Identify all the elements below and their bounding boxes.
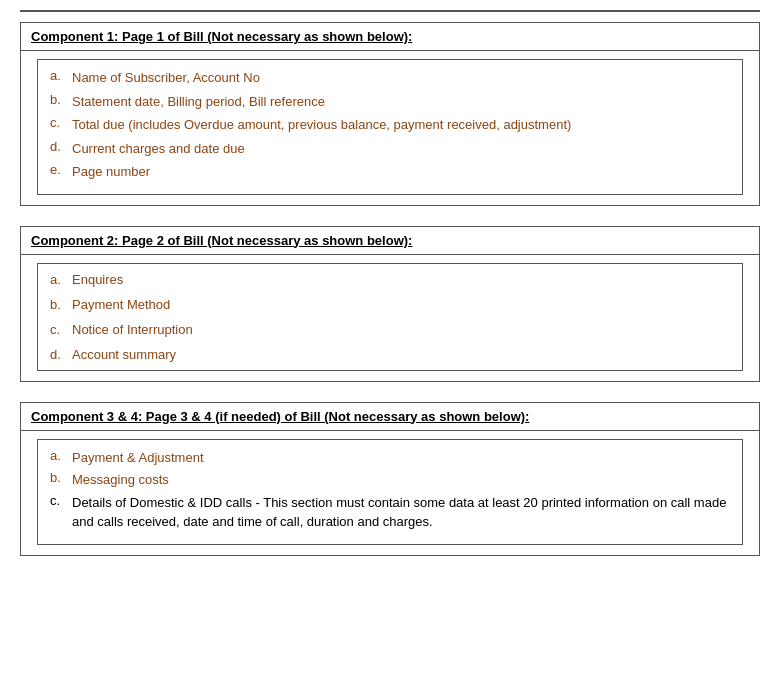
list-text-c: Details of Domestic & IDD calls - This s… xyxy=(72,493,730,532)
list-label-c: c. xyxy=(50,322,72,337)
component2-header: Component 2: Page 2 of Bill (Not necessa… xyxy=(21,227,759,255)
list-label-a: a. xyxy=(50,68,72,88)
list-item: d. Account summary xyxy=(50,347,730,362)
list-item: b. Payment Method xyxy=(50,297,730,312)
component34-title: Component 3 & 4: Page 3 & 4 (if needed) … xyxy=(31,409,529,424)
list-text-e: Page number xyxy=(72,162,730,182)
component2-block: Component 2: Page 2 of Bill (Not necessa… xyxy=(20,226,760,382)
list-item: c. Details of Domestic & IDD calls - Thi… xyxy=(50,493,730,532)
list-label-a: a. xyxy=(50,272,72,287)
list-text-c: Notice of Interruption xyxy=(72,322,730,337)
component2-inner: a. Enquires b. Payment Method c. Notice … xyxy=(37,263,743,371)
list-text-b: Messaging costs xyxy=(72,470,730,490)
list-item: a. Enquires xyxy=(50,272,730,287)
list-label-d: d. xyxy=(50,139,72,159)
component2-title: Component 2: Page 2 of Bill (Not necessa… xyxy=(31,233,412,248)
list-text-a: Name of Subscriber, Account No xyxy=(72,68,730,88)
list-label-e: e. xyxy=(50,162,72,182)
list-text-a: Enquires xyxy=(72,272,730,287)
list-label-b: b. xyxy=(50,297,72,312)
list-item: e. Page number xyxy=(50,162,730,182)
list-label-c: c. xyxy=(50,493,72,532)
list-item: a. Name of Subscriber, Account No xyxy=(50,68,730,88)
list-item: c. Total due (includes Overdue amount, p… xyxy=(50,115,730,135)
component34-header: Component 3 & 4: Page 3 & 4 (if needed) … xyxy=(21,403,759,431)
component34-body: a. Payment & Adjustment b. Messaging cos… xyxy=(21,431,759,555)
list-label-b: b. xyxy=(50,470,72,490)
list-item: b. Statement date, Billing period, Bill … xyxy=(50,92,730,112)
component1-title: Component 1: Page 1 of Bill (Not necessa… xyxy=(31,29,412,44)
list-label-d: d. xyxy=(50,347,72,362)
list-item: c. Notice of Interruption xyxy=(50,322,730,337)
component1-inner: a. Name of Subscriber, Account No b. Sta… xyxy=(37,59,743,195)
component1-header: Component 1: Page 1 of Bill (Not necessa… xyxy=(21,23,759,51)
list-text-b: Payment Method xyxy=(72,297,730,312)
list-text-c: Total due (includes Overdue amount, prev… xyxy=(72,115,730,135)
component34-block: Component 3 & 4: Page 3 & 4 (if needed) … xyxy=(20,402,760,556)
component1-body: a. Name of Subscriber, Account No b. Sta… xyxy=(21,51,759,205)
list-text-b: Statement date, Billing period, Bill ref… xyxy=(72,92,730,112)
component1-block: Component 1: Page 1 of Bill (Not necessa… xyxy=(20,22,760,206)
component2-body: a. Enquires b. Payment Method c. Notice … xyxy=(21,255,759,381)
list-label-b: b. xyxy=(50,92,72,112)
list-item: b. Messaging costs xyxy=(50,470,730,490)
list-label-a: a. xyxy=(50,448,72,468)
list-text-a: Payment & Adjustment xyxy=(72,448,730,468)
list-item: a. Payment & Adjustment xyxy=(50,448,730,468)
list-text-d: Current charges and date due xyxy=(72,139,730,159)
top-border xyxy=(20,10,760,12)
component34-inner: a. Payment & Adjustment b. Messaging cos… xyxy=(37,439,743,545)
list-label-c: c. xyxy=(50,115,72,135)
list-item: d. Current charges and date due xyxy=(50,139,730,159)
list-text-d: Account summary xyxy=(72,347,730,362)
